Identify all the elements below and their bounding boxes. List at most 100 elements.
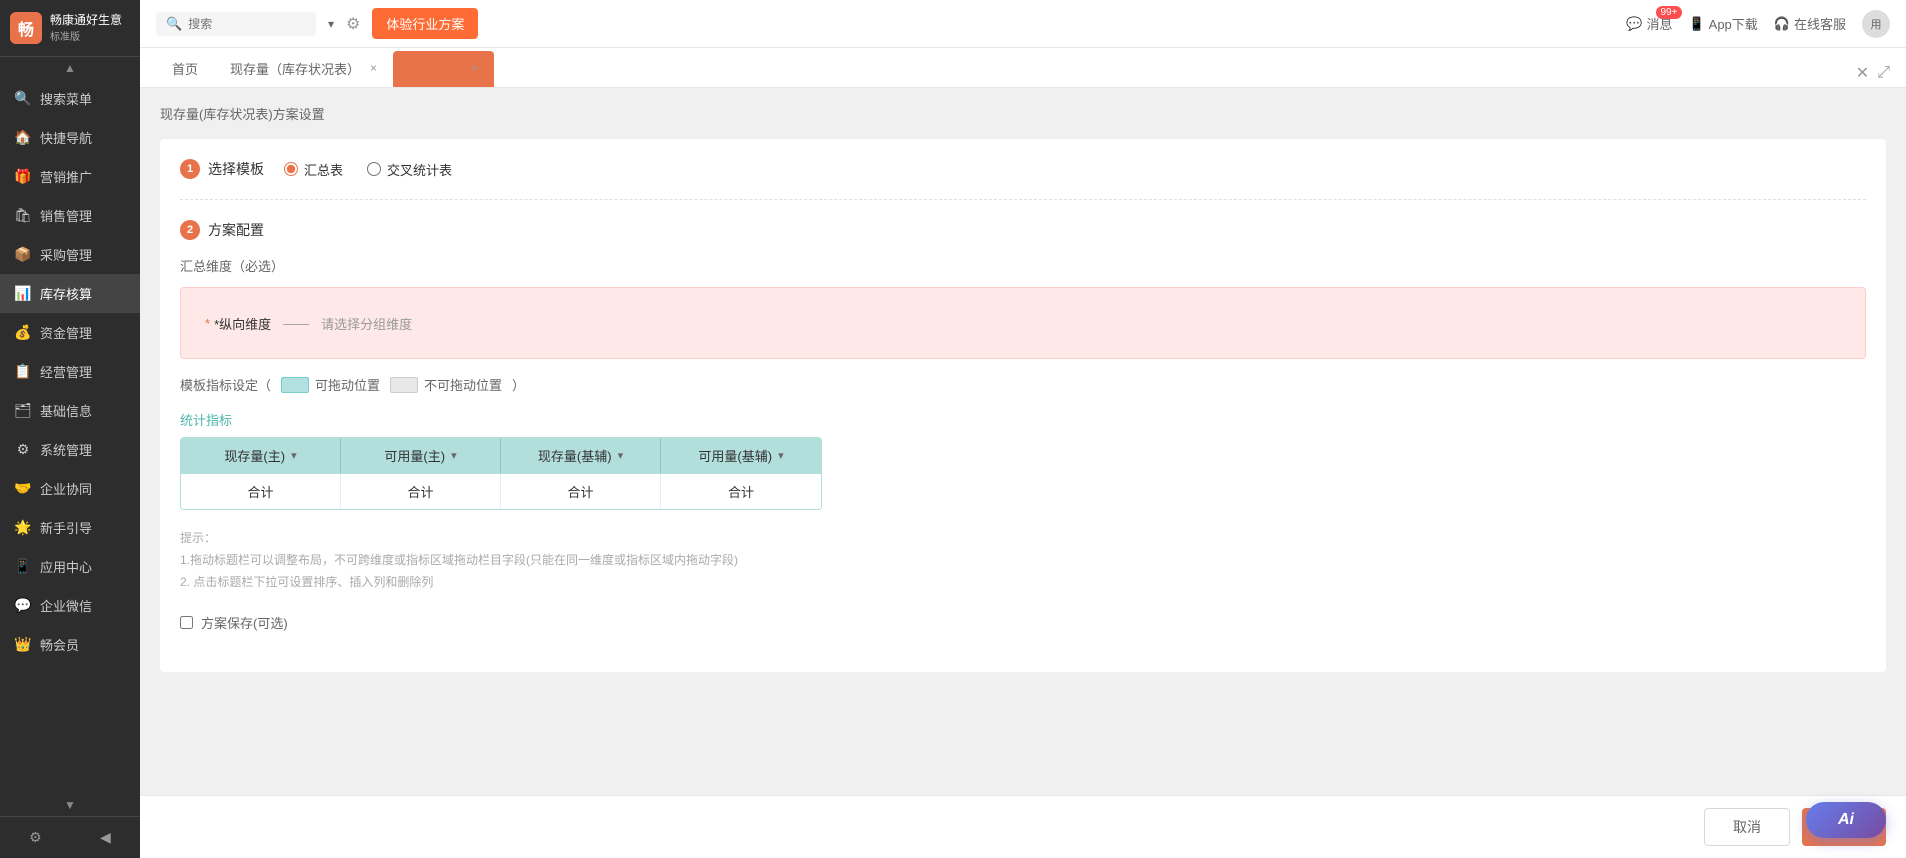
topbar-search-box: 🔍	[156, 12, 316, 36]
sidebar-collapse-btn[interactable]: ◀	[92, 825, 119, 850]
sidebar-item-app-center[interactable]: 📱 应用中心	[0, 547, 140, 586]
tab-inventory-status-close[interactable]: ×	[370, 61, 377, 75]
col-cell-2: 合计	[501, 474, 661, 509]
sidebar-item-purchase[interactable]: 📦 采购管理	[0, 235, 140, 274]
tab-inventory-status-label: 现存量（库存状况表）	[230, 59, 360, 78]
tip-item-0: 1.拖动标题栏可以调整布局，不可跨维度或指标区域拖动栏目字段(只能在同一维度或指…	[180, 550, 1866, 572]
mobile-icon: 📱	[14, 558, 32, 576]
sidebar-item-finance[interactable]: 💰 资金管理	[0, 313, 140, 352]
sidebar-item-inventory[interactable]: 📊 库存核算	[0, 274, 140, 313]
messages-btn[interactable]: 💬 消息 99+	[1626, 14, 1672, 33]
stats-section-label: 统计指标	[180, 410, 1866, 429]
app-download-btn[interactable]: 📱 App下载	[1688, 14, 1757, 33]
step2-title: 方案配置	[208, 220, 264, 240]
sidebar-item-search[interactable]: 🔍 搜索菜单	[0, 79, 140, 118]
draggable-legend-box	[281, 377, 309, 393]
sidebar-item-basic-info[interactable]: 🗂 基础信息	[0, 391, 140, 430]
sidebar-item-sales[interactable]: 🛍 销售管理	[0, 196, 140, 235]
col-header-1-label: 可用量(主)	[384, 446, 445, 465]
step1-badge: 1	[180, 159, 200, 179]
user-avatar[interactable]: 用	[1862, 10, 1890, 38]
tab-home[interactable]: 首页	[156, 51, 214, 87]
clipboard-icon: 📋	[14, 363, 32, 381]
not-draggable-label: 不可拖动位置	[424, 375, 502, 394]
search-input[interactable]	[188, 17, 288, 31]
sidebar-scroll-down[interactable]: ▼	[0, 794, 140, 816]
tab-inventory-status[interactable]: 现存量（库存状况表） ×	[214, 51, 393, 87]
tab-new-scheme-close[interactable]: ×	[471, 61, 478, 75]
sidebar-settings-btn[interactable]: ⚙	[21, 825, 50, 850]
col-header-3[interactable]: 可用量(基辅) ▾	[661, 438, 821, 473]
home-icon: 🏠	[14, 129, 32, 147]
sidebar-item-system[interactable]: ⚙ 系统管理	[0, 430, 140, 469]
online-service-btn[interactable]: 🎧 在线客服	[1774, 14, 1846, 33]
save-option-checkbox[interactable]	[180, 616, 193, 629]
messages-badge: 99+	[1656, 6, 1683, 19]
dimension-dash: ——	[283, 316, 309, 331]
scheme-panel: 1 选择模板 汇总表 交叉统计表	[160, 139, 1886, 672]
radio-summary-input[interactable]	[284, 162, 298, 176]
step1-header: 1 选择模板 汇总表 交叉统计表	[180, 159, 1866, 179]
sidebar-item-system-label: 系统管理	[40, 440, 92, 459]
chevron-down-icon-3: ▾	[778, 449, 784, 462]
sidebar-item-basic-info-label: 基础信息	[40, 401, 92, 420]
tip-item-1: 2. 点击标题栏下拉可设置排序、插入列和删除列	[180, 572, 1866, 594]
trial-industry-btn[interactable]: 体验行业方案	[372, 8, 478, 39]
sidebar-item-enterprise-wechat-label: 企业微信	[40, 596, 92, 615]
folder-icon: 🗂	[14, 402, 32, 420]
footer-bar: 取消 查询	[140, 795, 1906, 858]
tab-new-scheme[interactable]: 新建方案 ×	[393, 51, 494, 87]
sidebar-logo: 畅 畅康通好生意 标准版	[0, 0, 140, 57]
sidebar-item-inventory-label: 库存核算	[40, 284, 92, 303]
sidebar-item-newcomer-label: 新手引导	[40, 518, 92, 537]
col-header-2[interactable]: 现存量(基辅) ▾	[501, 438, 661, 473]
topbar-dropdown-btn[interactable]: ▾	[328, 17, 334, 31]
indicator-setting-end: ）	[512, 375, 525, 394]
sidebar-item-quick-nav[interactable]: 🏠 快捷导航	[0, 118, 140, 157]
sidebar-item-finance-label: 资金管理	[40, 323, 92, 342]
sidebar-bottom: ⚙ ◀	[0, 816, 140, 858]
content-area: 现存量(库存状况表)方案设置 1 选择模板 汇总表	[140, 88, 1906, 795]
sidebar-item-enterprise[interactable]: 🤝 企业协同	[0, 469, 140, 508]
sidebar-item-purchase-label: 采购管理	[40, 245, 92, 264]
ai-float-label: Ai	[1838, 811, 1854, 829]
sidebar-item-enterprise-wechat[interactable]: 💬 企业微信	[0, 586, 140, 625]
col-header-3-label: 可用量(基辅)	[698, 446, 772, 465]
dimension-area[interactable]: * *纵向维度 —— 请选择分组维度	[180, 287, 1866, 359]
sidebar-item-operation[interactable]: 📋 经营管理	[0, 352, 140, 391]
step2-header: 2 方案配置	[180, 220, 1866, 240]
topbar-gear-btn[interactable]: ⚙	[346, 14, 360, 34]
not-draggable-legend-box	[390, 377, 418, 393]
tab-close-all-btn[interactable]: ✕	[1856, 63, 1869, 83]
radio-cross[interactable]: 交叉统计表	[367, 160, 452, 179]
sidebar-scroll-up[interactable]: ▲	[0, 57, 140, 79]
radio-cross-input[interactable]	[367, 162, 381, 176]
topbar: 🔍 ▾ ⚙ 体验行业方案 💬 消息 99+ 📱 App下载 🎧 在线客服 用	[140, 0, 1906, 48]
sidebar-item-marketing-label: 营销推广	[40, 167, 92, 186]
cancel-button[interactable]: 取消	[1704, 808, 1790, 846]
step-divider	[180, 199, 1866, 200]
topbar-right: 💬 消息 99+ 📱 App下载 🎧 在线客服 用	[1626, 10, 1890, 38]
template-radio-group: 汇总表 交叉统计表	[284, 160, 452, 179]
col-cell-0: 合计	[181, 474, 341, 509]
sidebar-item-newcomer[interactable]: 🌟 新手引导	[0, 508, 140, 547]
tab-home-label: 首页	[172, 59, 198, 78]
indicator-setting-label: 模板指标设定（	[180, 375, 271, 394]
search-icon: 🔍	[14, 90, 32, 108]
tabbar-right-icons: ✕ ⤢	[1856, 63, 1890, 87]
sidebar-item-membership[interactable]: 👑 畅会员	[0, 625, 140, 664]
sidebar-nav: 🔍 搜索菜单 🏠 快捷导航 🎁 营销推广 🛍 销售管理 📦 采购管理 📊 库存核…	[0, 79, 140, 794]
bell-icon: 💬	[1626, 16, 1642, 32]
stats-table: 现存量(主) ▾ 可用量(主) ▾ 现存量(基辅) ▾	[180, 437, 822, 510]
col-header-1[interactable]: 可用量(主) ▾	[341, 438, 501, 473]
radio-summary[interactable]: 汇总表	[284, 160, 343, 179]
main-area: 🔍 ▾ ⚙ 体验行业方案 💬 消息 99+ 📱 App下载 🎧 在线客服 用	[140, 0, 1906, 858]
col-header-0-label: 现存量(主)	[224, 446, 285, 465]
ai-float-button[interactable]: Ai	[1806, 802, 1886, 838]
sidebar-item-marketing[interactable]: 🎁 营销推广	[0, 157, 140, 196]
tab-expand-btn[interactable]: ⤢	[1877, 64, 1890, 82]
sidebar-item-search-label: 搜索菜单	[40, 89, 92, 108]
col-header-0[interactable]: 现存量(主) ▾	[181, 438, 341, 473]
page-title: 现存量(库存状况表)方案设置	[160, 104, 1886, 123]
phone-icon: 📱	[1688, 16, 1704, 32]
